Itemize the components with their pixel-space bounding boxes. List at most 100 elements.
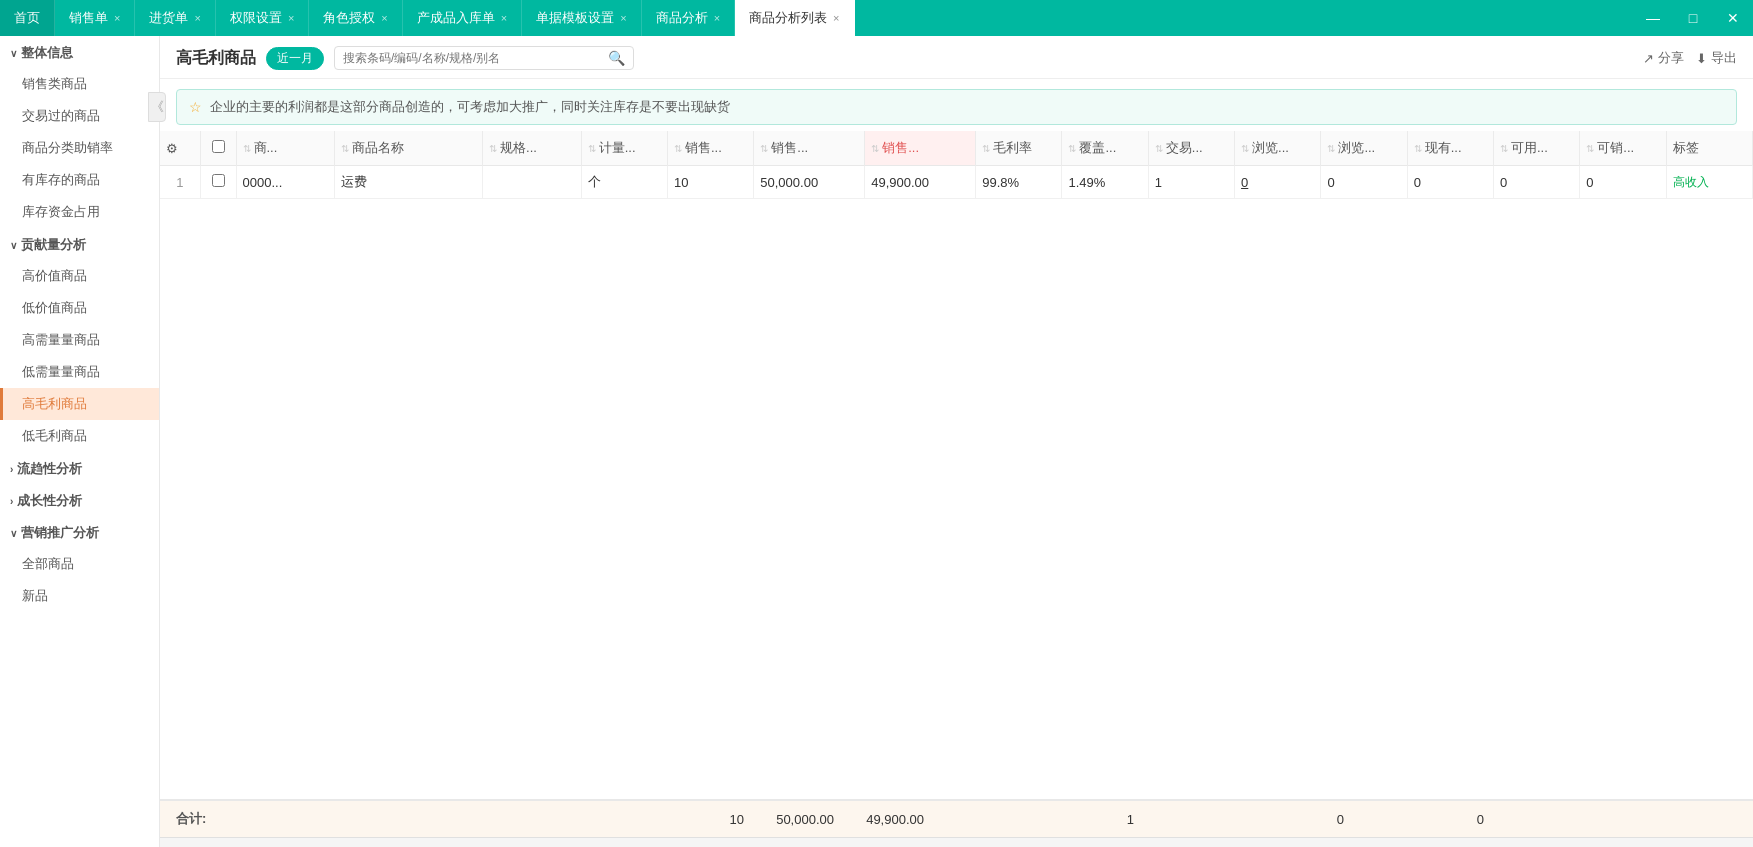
content-header: 高毛利商品 近一月 🔍 ↗ 分享 ⬇ 导出 <box>160 36 1753 79</box>
footer-spec <box>530 812 610 827</box>
row-tag: 高收入 <box>1666 166 1752 199</box>
row-num: 1 <box>160 166 200 199</box>
footer-row: 合计: 10 50,000.00 49,900.00 1 0 0 <box>160 799 1753 837</box>
col-settings[interactable]: ⚙ <box>160 131 200 166</box>
share-button[interactable]: ↗ 分享 <box>1643 49 1684 67</box>
sort-icon-sa: ⇅ <box>760 143 768 154</box>
nav-role[interactable]: 角色授权 × <box>309 0 402 36</box>
footer-cost: 49,900.00 <box>840 812 930 827</box>
chevron-down-icon: ∨ <box>10 48 17 59</box>
col-sales-qty[interactable]: ⇅ 销售... <box>667 131 753 166</box>
sidebar-collapse-button[interactable]: 《 <box>148 92 166 122</box>
nav-purchase[interactable]: 进货单 × <box>135 0 215 36</box>
horizontal-scrollbar[interactable] <box>160 837 1753 847</box>
filter-last-month[interactable]: 近一月 <box>266 47 324 70</box>
minimize-button[interactable]: — <box>1633 0 1673 36</box>
sidebar-item-high-value[interactable]: 高价值商品 <box>0 260 159 292</box>
col-stock-now[interactable]: ⇅ 现有... <box>1407 131 1493 166</box>
nav-template[interactable]: 单据模板设置 × <box>522 0 641 36</box>
sidebar-item-traded-goods[interactable]: 交易过的商品 <box>0 100 159 132</box>
sidebar-item-new-goods[interactable]: 新品 <box>0 580 159 612</box>
close-product-instock-tab[interactable]: × <box>501 12 507 24</box>
footer-unit <box>610 812 680 827</box>
sidebar-group-growth[interactable]: › 成长性分析 <box>0 484 159 516</box>
sidebar-group-contribution[interactable]: ∨ 贡献量分析 <box>0 228 159 260</box>
close-sales-tab[interactable]: × <box>114 12 120 24</box>
close-product-analysis-tab[interactable]: × <box>714 12 720 24</box>
close-role-tab[interactable]: × <box>381 12 387 24</box>
close-purchase-tab[interactable]: × <box>194 12 200 24</box>
footer-qty: 10 <box>680 812 750 827</box>
chevron-right-icon: › <box>10 464 13 475</box>
col-spec[interactable]: ⇅ 规格... <box>483 131 582 166</box>
col-code[interactable]: ⇅ 商... <box>236 131 335 166</box>
sidebar-item-sales-goods[interactable]: 销售类商品 <box>0 68 159 100</box>
table-container[interactable]: ⚙ ⇅ 商... ⇅ <box>160 131 1753 799</box>
sidebar-item-low-margin[interactable]: 低毛利商品 <box>0 420 159 452</box>
sidebar-group-marketing[interactable]: ∨ 营销推广分析 <box>0 516 159 548</box>
row-unit: 个 <box>581 166 667 199</box>
sidebar-item-low-demand[interactable]: 低需量量商品 <box>0 356 159 388</box>
col-stock-sell[interactable]: ⇅ 可销... <box>1580 131 1666 166</box>
col-checkbox <box>200 131 236 166</box>
share-icon: ↗ <box>1643 51 1654 66</box>
footer-gross <box>930 812 1000 827</box>
close-window-button[interactable]: ✕ <box>1713 0 1753 36</box>
table-row: 1 0000... 运费 个 10 50,000.00 49,900.00 99… <box>160 166 1753 199</box>
row-stock-now: 0 <box>1407 166 1493 199</box>
col-coverage[interactable]: ⇅ 覆盖... <box>1062 131 1148 166</box>
col-browse2[interactable]: ⇅ 浏览... <box>1321 131 1407 166</box>
col-unit[interactable]: ⇅ 计量... <box>581 131 667 166</box>
sidebar-item-all-goods[interactable]: 全部商品 <box>0 548 159 580</box>
footer-amount: 50,000.00 <box>750 812 840 827</box>
info-text: 企业的主要的利润都是这部分商品创造的，可考虑加大推广，同时关注库存是不要出现缺货 <box>210 98 730 116</box>
col-gross-rate[interactable]: ⇅ 毛利率 <box>976 131 1062 166</box>
footer-trans: 1 <box>1070 812 1140 827</box>
row-checkbox[interactable] <box>200 166 236 199</box>
nav-sales[interactable]: 销售单 × <box>55 0 135 36</box>
row-browse1[interactable]: 0 <box>1235 166 1321 199</box>
close-template-tab[interactable]: × <box>620 12 626 24</box>
col-name[interactable]: ⇅ 商品名称 <box>335 131 483 166</box>
select-all-checkbox[interactable] <box>212 140 225 153</box>
col-browse1[interactable]: ⇅ 浏览... <box>1235 131 1321 166</box>
table-header-row: ⚙ ⇅ 商... ⇅ <box>160 131 1753 166</box>
col-sales-cost[interactable]: ⇅ 销售... <box>865 131 976 166</box>
window-controls: — □ ✕ <box>1633 0 1753 36</box>
sort-icon-spec: ⇅ <box>489 143 497 154</box>
sidebar-item-high-demand[interactable]: 高需量量商品 <box>0 324 159 356</box>
search-icon[interactable]: 🔍 <box>608 50 625 66</box>
close-permission-tab[interactable]: × <box>288 12 294 24</box>
sidebar-item-stock-capital[interactable]: 库存资金占用 <box>0 196 159 228</box>
sidebar-item-low-value[interactable]: 低价值商品 <box>0 292 159 324</box>
maximize-button[interactable]: □ <box>1673 0 1713 36</box>
chevron-down-icon-2: ∨ <box>10 240 17 251</box>
close-product-analysis-list-tab[interactable]: × <box>833 12 839 24</box>
nav-permission[interactable]: 权限设置 × <box>216 0 309 36</box>
row-code[interactable]: 0000... <box>236 166 335 199</box>
row-coverage: 1.49% <box>1062 166 1148 199</box>
chevron-right-icon-2: › <box>10 496 13 507</box>
star-icon: ☆ <box>189 99 202 115</box>
row-sales-cost: 49,900.00 <box>865 166 976 199</box>
col-transactions[interactable]: ⇅ 交易... <box>1148 131 1234 166</box>
export-button[interactable]: ⬇ 导出 <box>1696 49 1737 67</box>
sort-icon-tr: ⇅ <box>1155 143 1163 154</box>
footer-coverage <box>1000 812 1070 827</box>
sidebar-item-instock-goods[interactable]: 有库存的商品 <box>0 164 159 196</box>
col-tag: 标签 <box>1666 131 1752 166</box>
nav-product-instock[interactable]: 产成品入库单 × <box>403 0 522 36</box>
col-sales-amount[interactable]: ⇅ 销售... <box>754 131 865 166</box>
row-sales-qty: 10 <box>667 166 753 199</box>
row-sales-amount: 50,000.00 <box>754 166 865 199</box>
sidebar-group-trend[interactable]: › 流趋性分析 <box>0 452 159 484</box>
nav-home[interactable]: 首页 <box>0 0 55 36</box>
nav-product-analysis-list[interactable]: 商品分析列表 × <box>735 0 854 36</box>
col-stock-avail[interactable]: ⇅ 可用... <box>1493 131 1579 166</box>
nav-product-analysis[interactable]: 商品分析 × <box>642 0 735 36</box>
sort-icon-gr: ⇅ <box>982 143 990 154</box>
sidebar-item-high-margin[interactable]: 高毛利商品 <box>0 388 159 420</box>
search-input[interactable] <box>343 51 608 65</box>
sidebar-group-overall[interactable]: ∨ 整体信息 <box>0 36 159 68</box>
sidebar-item-category-rate[interactable]: 商品分类助销率 <box>0 132 159 164</box>
